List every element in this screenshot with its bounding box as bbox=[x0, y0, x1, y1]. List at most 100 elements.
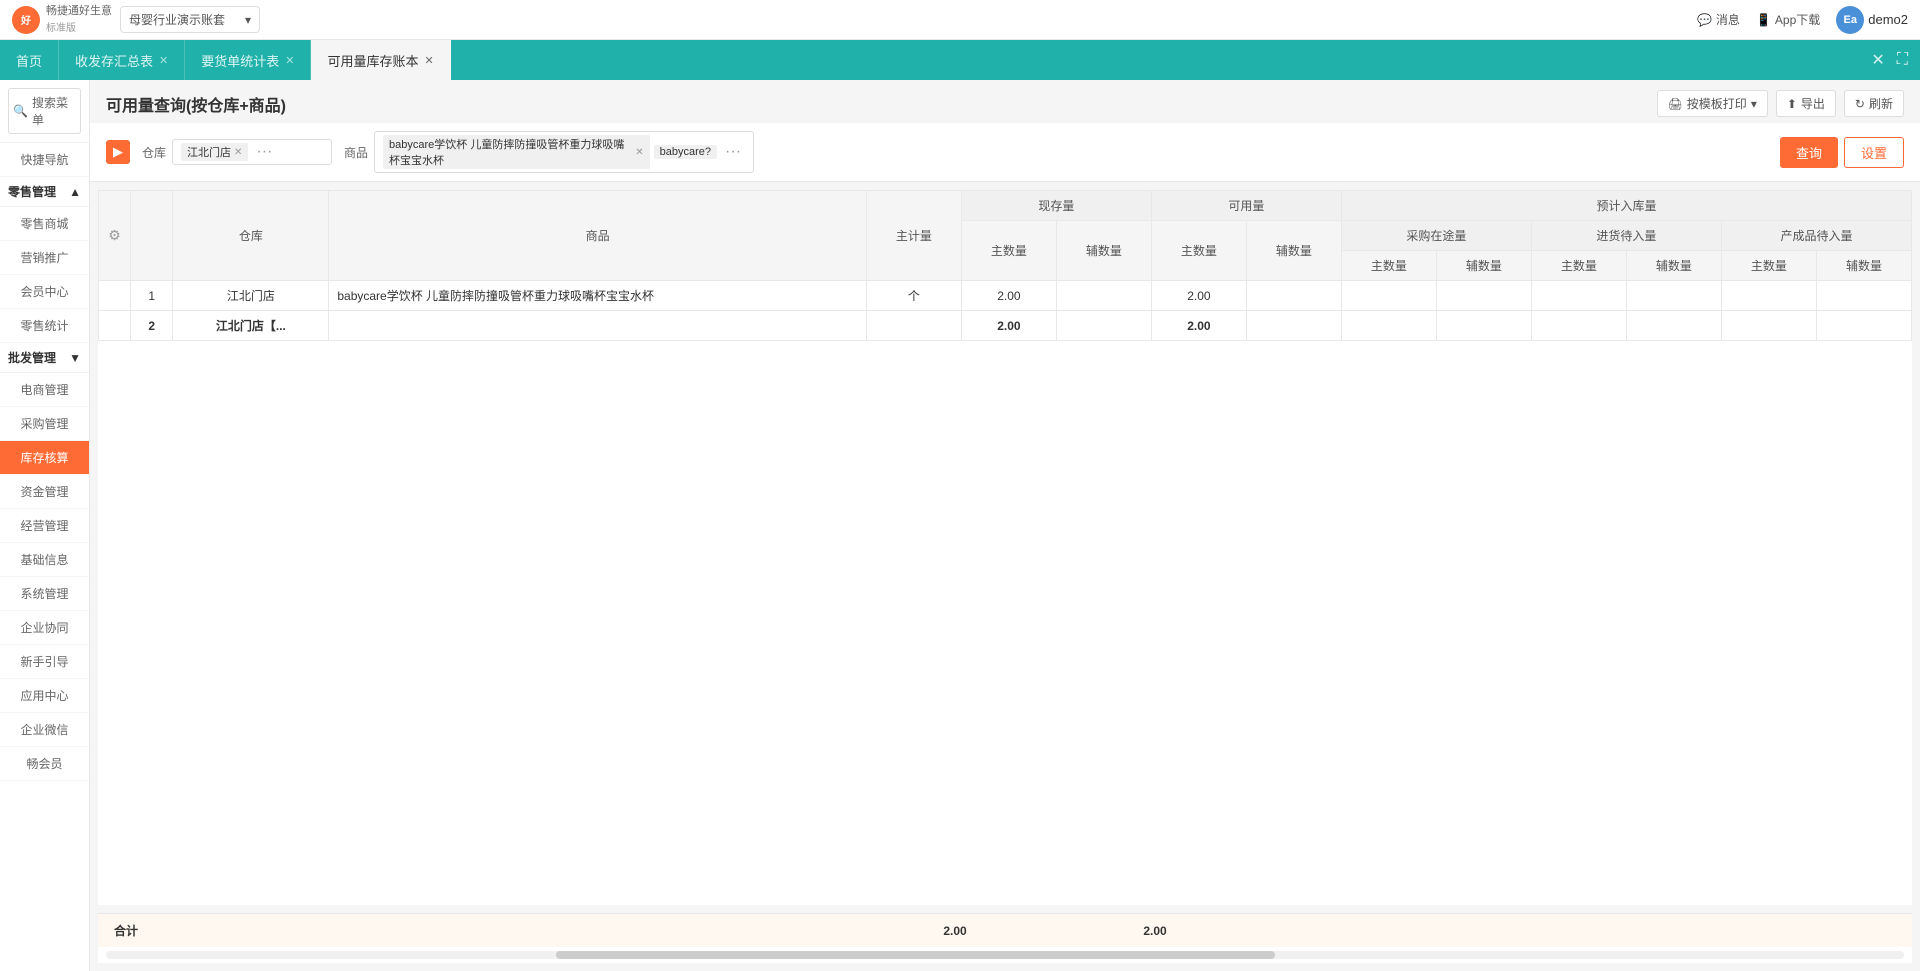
filter-warehouse-more[interactable]: ··· bbox=[252, 143, 276, 161]
sidebar-item-wholesale-mgmt[interactable]: 批发管理 ▼ bbox=[0, 343, 89, 373]
page-title: 可用量查询(按仓库+商品) bbox=[106, 92, 286, 116]
settings-btn[interactable]: 设置 bbox=[1844, 137, 1904, 168]
sidebar-item-new-guide[interactable]: 新手引导 bbox=[0, 645, 89, 679]
table-row: 1 江北门店 babycare学饮杯 儿童防摔防撞吸管杯重力球吸嘴杯宝宝水杯 个… bbox=[99, 281, 1912, 311]
tab-available-inventory[interactable]: 可用量库存账本 ✕ bbox=[311, 40, 450, 80]
message-icon: 💬 bbox=[1697, 13, 1712, 27]
sidebar-item-retail-mgmt[interactable]: 零售管理 ▲ bbox=[0, 177, 89, 207]
sidebar-item-finance-mgmt[interactable]: 资金管理 bbox=[0, 475, 89, 509]
th-incoming-main: 主数量 bbox=[1531, 251, 1626, 281]
sidebar-item-app-center[interactable]: 应用中心 bbox=[0, 679, 89, 713]
tab-close-all-btn[interactable]: ✕ bbox=[1867, 48, 1888, 72]
filter-product-more[interactable]: ··· bbox=[721, 143, 745, 161]
tab-income-summary[interactable]: 收发存汇总表 ✕ bbox=[59, 40, 185, 80]
main-layout: 🔍 搜索菜单 快捷导航 零售管理 ▲ 零售商城 营销推广 会员中心 零售统计 批… bbox=[0, 80, 1920, 971]
chevron-icon: ▲ bbox=[69, 185, 81, 199]
th-incoming-aux: 辅数量 bbox=[1626, 251, 1721, 281]
industry-selector[interactable]: 母婴行业演示账套 ▾ bbox=[120, 6, 260, 33]
tab-available-inventory-close[interactable]: ✕ bbox=[425, 54, 434, 67]
message-action[interactable]: 💬 消息 bbox=[1697, 11, 1740, 28]
tab-home[interactable]: 首页 bbox=[0, 40, 59, 80]
filter-warehouse-tag-close[interactable]: ✕ bbox=[234, 147, 242, 158]
sidebar-item-member-center[interactable]: 会员中心 bbox=[0, 275, 89, 309]
scrollbar-track bbox=[106, 951, 1904, 959]
tab-order-stats-label: 要货单统计表 bbox=[201, 51, 279, 70]
td-current-aux-2 bbox=[1056, 311, 1151, 341]
sidebar-business-label: 经营管理 bbox=[20, 519, 68, 533]
tab-expand-btn[interactable]: ⛶ bbox=[1893, 49, 1912, 71]
sidebar-wholesale-mgmt-label: 批发管理 bbox=[8, 349, 56, 366]
filter-expand-btn[interactable]: ▶ bbox=[106, 140, 130, 164]
filter-actions-right: 查询 设置 bbox=[1780, 137, 1904, 168]
sidebar-item-retail-stats[interactable]: 零售统计 bbox=[0, 309, 89, 343]
sidebar-item-inventory-check[interactable]: 库存核算 bbox=[0, 441, 89, 475]
template-print-btn[interactable]: 🖨 按模板打印 ▾ bbox=[1657, 90, 1768, 117]
user-action[interactable]: Ea demo2 bbox=[1836, 6, 1908, 34]
filter-product-tag-1-close[interactable]: ✕ bbox=[635, 147, 643, 158]
td-production-aux bbox=[1816, 281, 1911, 311]
sidebar-item-enterprise-collab[interactable]: 企业协同 bbox=[0, 611, 89, 645]
tab-income-summary-label: 收发存汇总表 bbox=[75, 51, 153, 70]
td-incoming-main bbox=[1531, 281, 1626, 311]
tab-available-inventory-label: 可用量库存账本 bbox=[327, 51, 418, 70]
sidebar-retail-stats-label: 零售统计 bbox=[20, 319, 68, 333]
settings-icon[interactable]: ⚙ bbox=[108, 227, 121, 243]
td-unit: 个 bbox=[866, 281, 961, 311]
tab-order-stats[interactable]: 要货单统计表 ✕ bbox=[185, 40, 311, 80]
table-container: ⚙ 仓库 商品 主计量 现存量 可用量 预计入库量 主数量 辅数量 主数量 bbox=[98, 190, 1912, 905]
filter-bar: ▶ 仓库 江北门店 ✕ ··· 商品 babycare学饮杯 儿童防摔防撞吸管杯… bbox=[90, 123, 1920, 182]
td-row-num: 1 bbox=[131, 281, 173, 311]
th-purchase-main: 主数量 bbox=[1341, 251, 1436, 281]
filter-product-field: 商品 babycare学饮杯 儿童防摔防撞吸管杯重力球吸嘴杯宝宝水杯 ✕ bab… bbox=[344, 131, 754, 173]
industry-selector-label: 母婴行业演示账套 bbox=[129, 11, 225, 28]
username: demo2 bbox=[1868, 12, 1908, 27]
sidebar-purchase-label: 采购管理 bbox=[20, 417, 68, 431]
sidebar: 🔍 搜索菜单 快捷导航 零售管理 ▲ 零售商城 营销推广 会员中心 零售统计 批… bbox=[0, 80, 90, 971]
sidebar-new-guide-label: 新手引导 bbox=[20, 655, 68, 669]
sidebar-item-marketing[interactable]: 营销推广 bbox=[0, 241, 89, 275]
th-unit: 主计量 bbox=[866, 191, 961, 281]
footer-current-main-total: 2.00 bbox=[875, 924, 1035, 938]
sidebar-search-btn[interactable]: 🔍 搜索菜单 bbox=[8, 88, 81, 134]
chevron-down-icon: ▼ bbox=[69, 351, 81, 365]
query-btn[interactable]: 查询 bbox=[1780, 137, 1838, 168]
sidebar-enterprise-collab-label: 企业协同 bbox=[20, 621, 68, 635]
th-production-pending: 产成品待入量 bbox=[1721, 221, 1911, 251]
sidebar-item-ecommerce-mgmt[interactable]: 电商管理 bbox=[0, 373, 89, 407]
td-warehouse-2: 江北门店【... bbox=[173, 311, 329, 341]
app-download-action[interactable]: 📱 App下载 bbox=[1756, 11, 1820, 28]
filter-product-input[interactable]: babycare学饮杯 儿童防摔防撞吸管杯重力球吸嘴杯宝宝水杯 ✕ babyca… bbox=[374, 131, 754, 173]
sidebar-item-system-mgmt[interactable]: 系统管理 bbox=[0, 577, 89, 611]
top-bar-left: 好 畅捷通好生意 标准版 母婴行业演示账套 ▾ bbox=[12, 5, 260, 33]
sidebar-item-basic-info[interactable]: 基础信息 bbox=[0, 543, 89, 577]
export-btn[interactable]: ⬆ 导出 bbox=[1776, 90, 1836, 117]
sidebar-search-area: 🔍 搜索菜单 bbox=[0, 80, 89, 143]
sidebar-finance-label: 资金管理 bbox=[20, 485, 68, 499]
page-header: 可用量查询(按仓库+商品) 🖨 按模板打印 ▾ ⬆ 导出 ↻ 刷新 bbox=[90, 80, 1920, 123]
filter-product-tag-2-text: babycare? bbox=[660, 146, 711, 158]
refresh-btn[interactable]: ↻ 刷新 bbox=[1844, 90, 1904, 117]
td-current-main-2: 2.00 bbox=[961, 311, 1056, 341]
td-purchase-aux-2 bbox=[1436, 311, 1531, 341]
td-settings bbox=[99, 281, 131, 311]
tab-order-stats-close[interactable]: ✕ bbox=[285, 54, 294, 67]
sidebar-item-vip-member[interactable]: 畅会员 bbox=[0, 747, 89, 781]
filter-warehouse-field: 仓库 江北门店 ✕ ··· bbox=[142, 139, 332, 165]
sidebar-item-retail-mall[interactable]: 零售商城 bbox=[0, 207, 89, 241]
table-footer: 合计 2.00 2.00 bbox=[98, 913, 1912, 947]
sidebar-item-business-mgmt[interactable]: 经营管理 bbox=[0, 509, 89, 543]
td-row-num-2: 2 bbox=[131, 311, 173, 341]
chevron-right-icon: ▶ bbox=[113, 144, 123, 160]
sidebar-item-purchase-mgmt[interactable]: 采购管理 bbox=[0, 407, 89, 441]
scrollbar-thumb[interactable] bbox=[556, 951, 1275, 959]
logo-sub: 标准版 bbox=[46, 19, 112, 34]
sidebar-item-quick-nav[interactable]: 快捷导航 bbox=[0, 143, 89, 177]
tab-income-summary-close[interactable]: ✕ bbox=[159, 54, 168, 67]
td-available-aux bbox=[1246, 281, 1341, 311]
filter-warehouse-input[interactable]: 江北门店 ✕ ··· bbox=[172, 139, 332, 165]
td-unit-2 bbox=[866, 311, 961, 341]
table-row: 2 江北门店【... 2.00 2.00 bbox=[99, 311, 1912, 341]
footer-label: 合计 bbox=[114, 922, 174, 939]
sidebar-app-center-label: 应用中心 bbox=[20, 689, 68, 703]
sidebar-item-enterprise-wechat[interactable]: 企业微信 bbox=[0, 713, 89, 747]
